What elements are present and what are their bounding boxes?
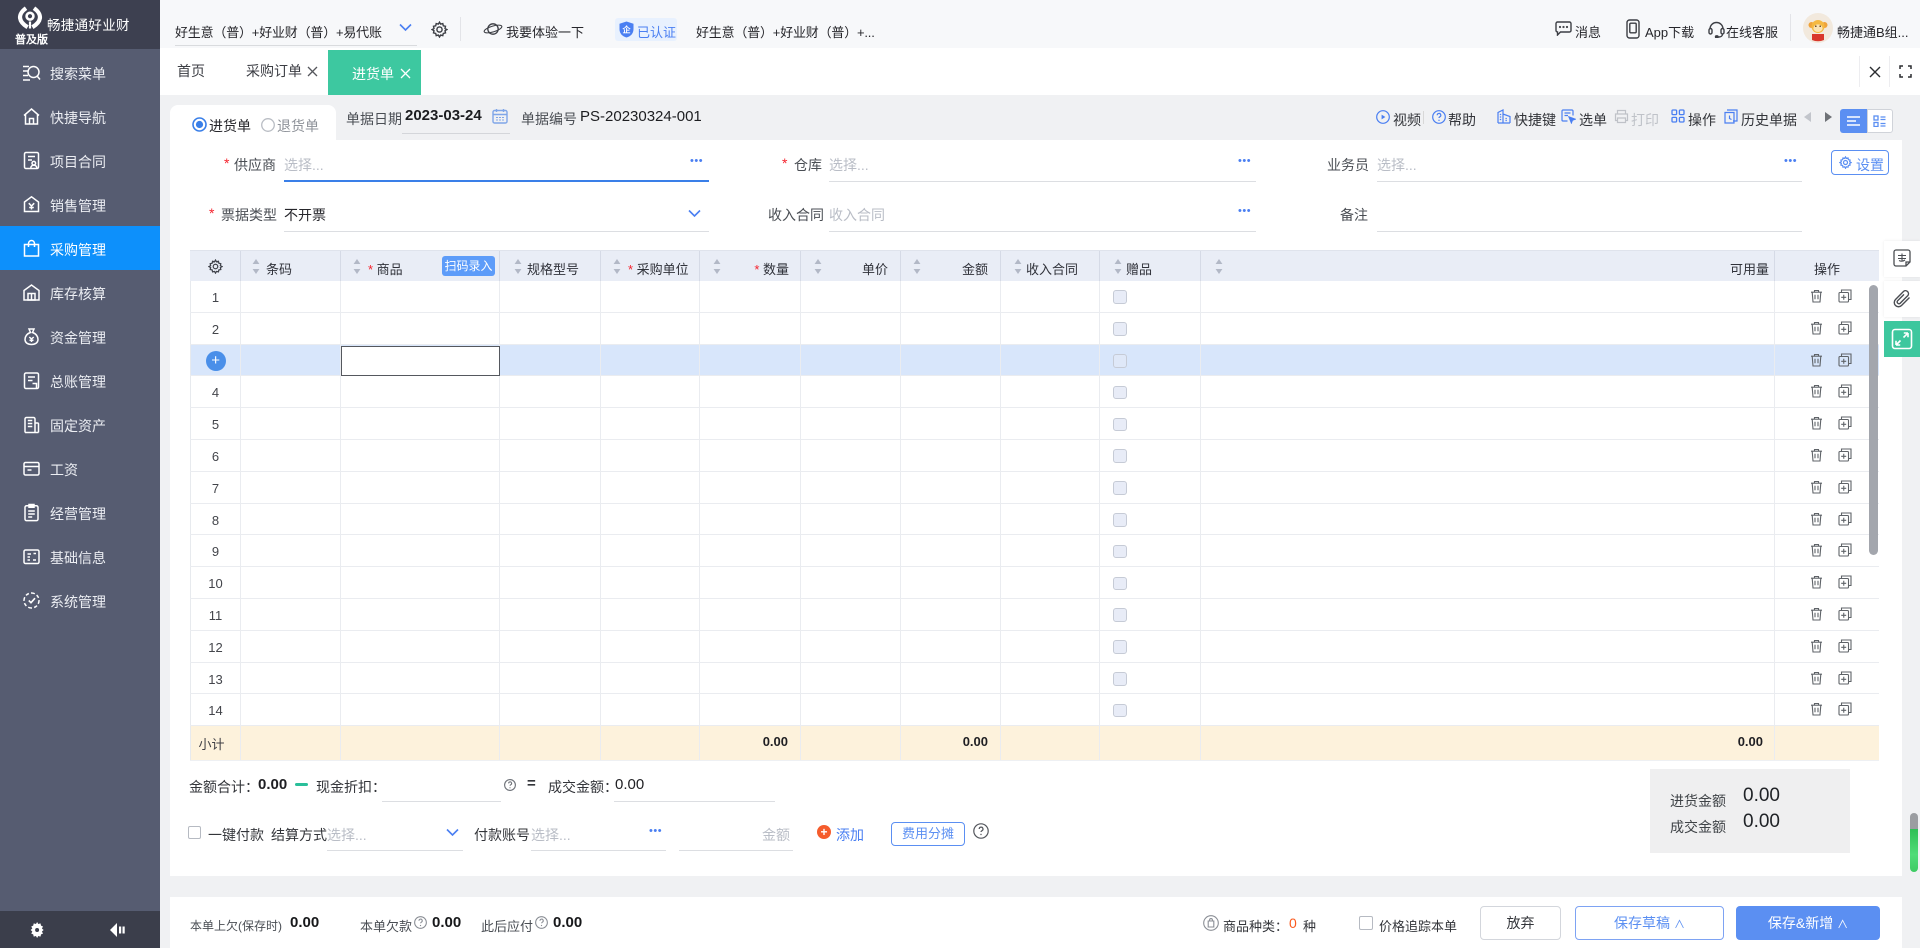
svg-text:企: 企: [622, 25, 632, 35]
